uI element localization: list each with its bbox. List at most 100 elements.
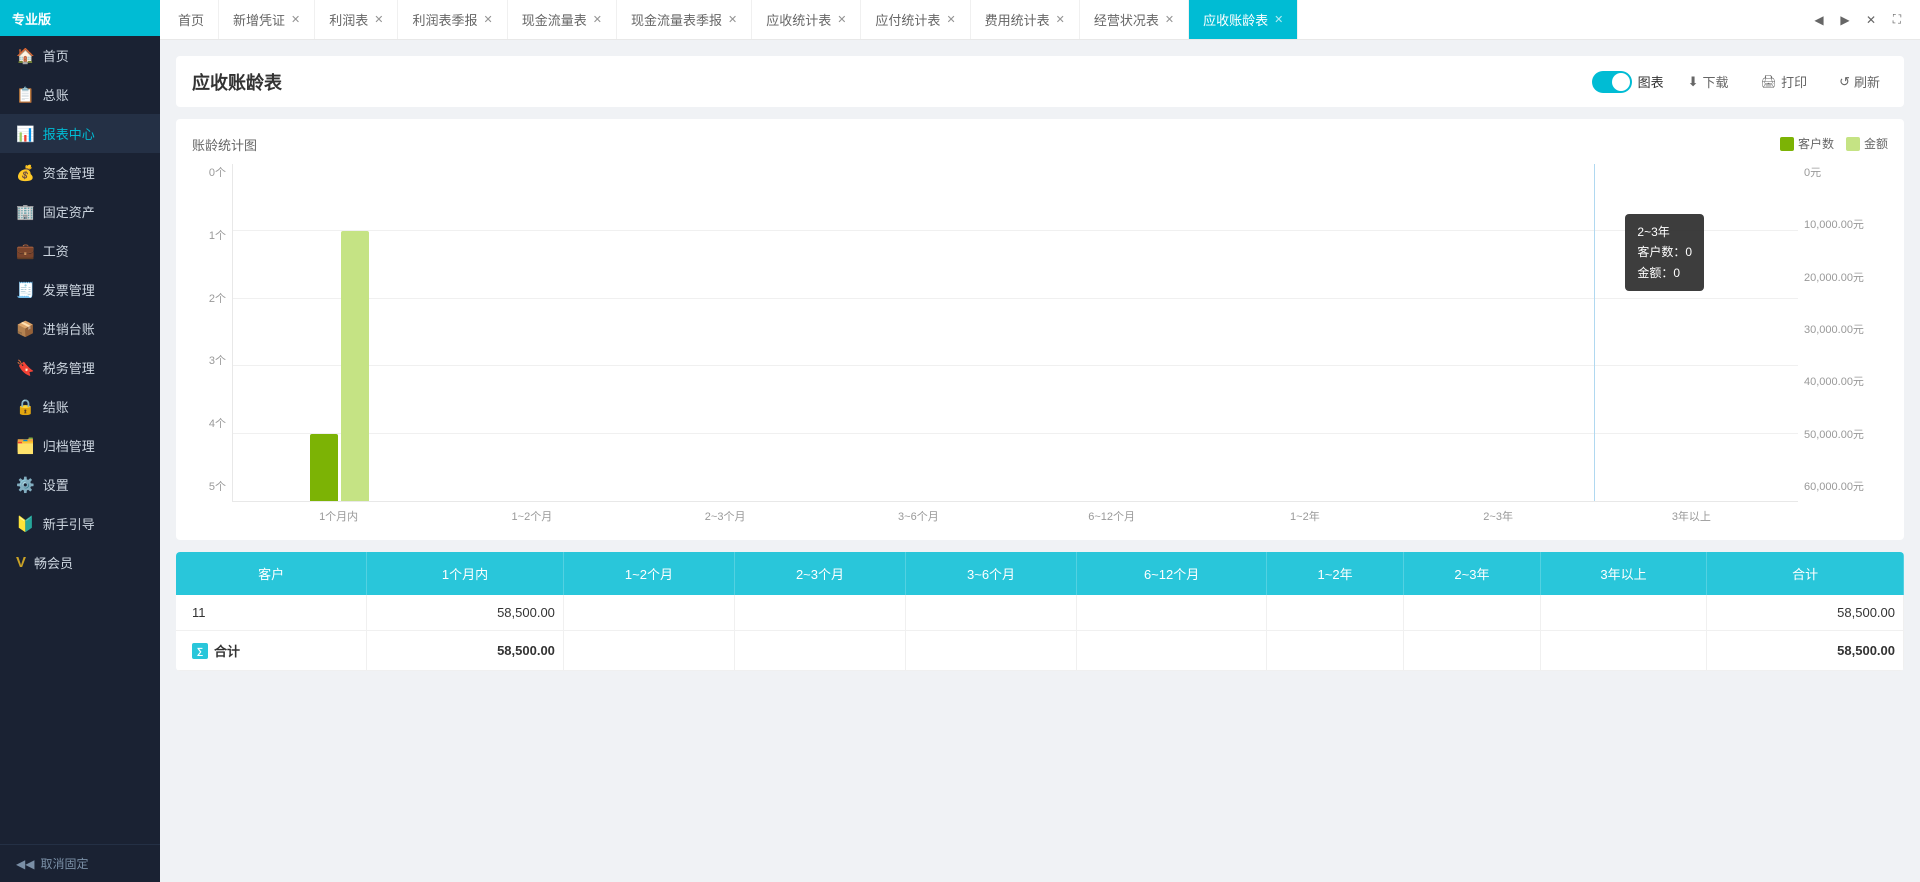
sidebar-item-home[interactable]: 🏠 首页 bbox=[0, 36, 160, 75]
sidebar-item-label: 进销台账 bbox=[43, 319, 95, 338]
chart-tooltip: 2~3年 客户数：0 金额：0 bbox=[1625, 214, 1704, 291]
y-axis-left: 5个 4个 3个 2个 1个 0个 bbox=[192, 164, 232, 524]
sidebar-item-invoice[interactable]: 🧾 发票管理 bbox=[0, 270, 160, 309]
tab-expense-stats[interactable]: 费用统计表 ✕ bbox=[971, 0, 1080, 39]
download-button[interactable]: ⬇ 下载 bbox=[1680, 68, 1737, 95]
sidebar-pin-toggle[interactable]: ◀◀ 取消固定 bbox=[0, 844, 160, 882]
tab-profit-quarter[interactable]: 利润表季报 ✕ bbox=[398, 0, 507, 39]
tab-fullscreen[interactable]: ⛶ bbox=[1886, 9, 1908, 31]
cell-3plus bbox=[1540, 595, 1706, 631]
sidebar-item-tax[interactable]: 🔖 税务管理 bbox=[0, 348, 160, 387]
bar-group-1month bbox=[243, 164, 436, 501]
tab-ap-stats[interactable]: 应付统计表 ✕ bbox=[861, 0, 970, 39]
cell-12year bbox=[1267, 595, 1404, 631]
sidebar-item-label: 首页 bbox=[43, 46, 69, 65]
total-3plus bbox=[1540, 631, 1706, 671]
sidebar-item-ledger[interactable]: 📋 总账 bbox=[0, 75, 160, 114]
total-23month bbox=[734, 631, 905, 671]
total-1month: 58,500.00 bbox=[367, 631, 564, 671]
tab-ar-stats[interactable]: 应收统计表 ✕ bbox=[752, 0, 861, 39]
sidebar-item-label: 结账 bbox=[43, 397, 69, 416]
tab-close-cashflow-quarter[interactable]: ✕ bbox=[728, 13, 737, 26]
tab-close-ar-stats[interactable]: ✕ bbox=[837, 13, 846, 26]
tab-close-new-voucher[interactable]: ✕ bbox=[291, 13, 300, 26]
tab-ar-aging[interactable]: 应收账龄表 ✕ bbox=[1189, 0, 1298, 39]
inventory-icon: 📦 bbox=[16, 320, 35, 338]
sidebar-item-funds[interactable]: 💰 资金管理 bbox=[0, 153, 160, 192]
col-23month: 2~3个月 bbox=[734, 552, 905, 595]
y-right-label-6: 60,000.00元 bbox=[1804, 478, 1864, 494]
tooltip-label: 2~3年 bbox=[1637, 222, 1692, 242]
page-title: 应收账龄表 bbox=[192, 69, 282, 95]
main-area: 首页 新增凭证 ✕ 利润表 ✕ 利润表季报 ✕ 现金流量表 ✕ 现金流量表季报 … bbox=[160, 0, 1920, 882]
content-area: 应收账龄表 图表 ⬇ 下载 🖨 打印 ↺ 刷新 bbox=[160, 40, 1920, 882]
y-label-0: 0个 bbox=[209, 164, 226, 180]
chart-legend: 客户数 金额 bbox=[1780, 135, 1888, 152]
bar-group-23year bbox=[1402, 164, 1595, 501]
sidebar: 专业版 🏠 首页 📋 总账 📊 报表中心 💰 资金管理 🏢 固定资产 💼 工资 … bbox=[0, 0, 160, 882]
tab-close-ap-stats[interactable]: ✕ bbox=[946, 13, 955, 26]
total-row: ∑ 合计 58,500.00 58,500.00 bbox=[176, 631, 1904, 671]
sidebar-item-label: 设置 bbox=[43, 475, 69, 494]
chart-toggle-label: 图表 bbox=[1638, 72, 1664, 91]
y-right-label-1: 10,000.00元 bbox=[1804, 216, 1864, 232]
total-12month bbox=[563, 631, 734, 671]
legend-color-customers bbox=[1780, 137, 1794, 151]
total-612month bbox=[1077, 631, 1267, 671]
tab-profit[interactable]: 利润表 ✕ bbox=[315, 0, 398, 39]
sidebar-item-label: 新手引导 bbox=[43, 514, 95, 533]
sidebar-item-reports[interactable]: 📊 报表中心 bbox=[0, 114, 160, 153]
y-right-label-2: 20,000.00元 bbox=[1804, 269, 1864, 285]
x-label-8: 3年以上 bbox=[1595, 502, 1788, 524]
x-label-2: 1~2个月 bbox=[435, 502, 628, 524]
total-12year bbox=[1267, 631, 1404, 671]
sidebar-item-salary[interactable]: 💼 工资 bbox=[0, 231, 160, 270]
chart-inner: 2~3年 客户数：0 金额：0 bbox=[232, 164, 1798, 524]
settings-icon: ⚙️ bbox=[16, 476, 35, 494]
tab-close-expense-stats[interactable]: ✕ bbox=[1056, 13, 1065, 26]
sidebar-item-vip[interactable]: V 畅会员 bbox=[0, 543, 160, 582]
refresh-icon: ↺ bbox=[1839, 74, 1850, 90]
tab-business-status[interactable]: 经营状况表 ✕ bbox=[1080, 0, 1189, 39]
tab-scroll-left[interactable]: ◀ bbox=[1808, 9, 1830, 31]
total-icon: ∑ bbox=[192, 643, 208, 659]
chart-grid: 2~3年 客户数：0 金额：0 bbox=[232, 164, 1798, 502]
bar-group-36month bbox=[822, 164, 1015, 501]
tab-close-all[interactable]: ✕ bbox=[1860, 9, 1882, 31]
x-axis: 1个月内 1~2个月 2~3个月 3~6个月 6~12个月 1~2年 2~3年 … bbox=[232, 502, 1798, 524]
legend-label-customers: 客户数 bbox=[1798, 135, 1834, 152]
col-612month: 6~12个月 bbox=[1077, 552, 1267, 595]
sidebar-item-label: 畅会员 bbox=[34, 553, 73, 572]
sidebar-item-settings[interactable]: ⚙️ 设置 bbox=[0, 465, 160, 504]
funds-icon: 💰 bbox=[16, 164, 35, 182]
sidebar-item-guide[interactable]: 🔰 新手引导 bbox=[0, 504, 160, 543]
pin-icon: ◀◀ bbox=[16, 857, 34, 871]
total-36month bbox=[906, 631, 1077, 671]
tab-close-ar-aging[interactable]: ✕ bbox=[1274, 13, 1283, 26]
sidebar-item-assets[interactable]: 🏢 固定资产 bbox=[0, 192, 160, 231]
refresh-button[interactable]: ↺ 刷新 bbox=[1831, 68, 1888, 95]
tab-cashflow-quarter[interactable]: 现金流量表季报 ✕ bbox=[617, 0, 752, 39]
chart-toggle[interactable] bbox=[1592, 71, 1632, 93]
tab-home[interactable]: 首页 bbox=[164, 0, 219, 39]
legend-customers: 客户数 bbox=[1780, 135, 1834, 152]
salary-icon: 💼 bbox=[16, 242, 35, 260]
bar-green-1month bbox=[310, 434, 338, 501]
chart-title: 账龄统计图 bbox=[192, 135, 1888, 154]
sidebar-item-closing[interactable]: 🔒 结账 bbox=[0, 387, 160, 426]
sidebar-item-inventory[interactable]: 📦 进销台账 bbox=[0, 309, 160, 348]
tab-scroll-right[interactable]: ▶ bbox=[1834, 9, 1856, 31]
y-label-4: 4个 bbox=[209, 415, 226, 431]
print-button[interactable]: 🖨 打印 bbox=[1753, 68, 1816, 95]
tab-close-business-status[interactable]: ✕ bbox=[1165, 13, 1174, 26]
tab-close-profit[interactable]: ✕ bbox=[374, 13, 383, 26]
tab-close-cashflow[interactable]: ✕ bbox=[593, 13, 602, 26]
total-23year bbox=[1404, 631, 1541, 671]
ledger-icon: 📋 bbox=[16, 86, 35, 104]
sidebar-item-archive[interactable]: 🗂️ 归档管理 bbox=[0, 426, 160, 465]
y-right-label-5: 50,000.00元 bbox=[1804, 426, 1864, 442]
tab-cashflow[interactable]: 现金流量表 ✕ bbox=[508, 0, 617, 39]
tab-new-voucher[interactable]: 新增凭证 ✕ bbox=[219, 0, 315, 39]
tab-close-profit-quarter[interactable]: ✕ bbox=[484, 13, 493, 26]
chart-bars bbox=[233, 164, 1798, 501]
